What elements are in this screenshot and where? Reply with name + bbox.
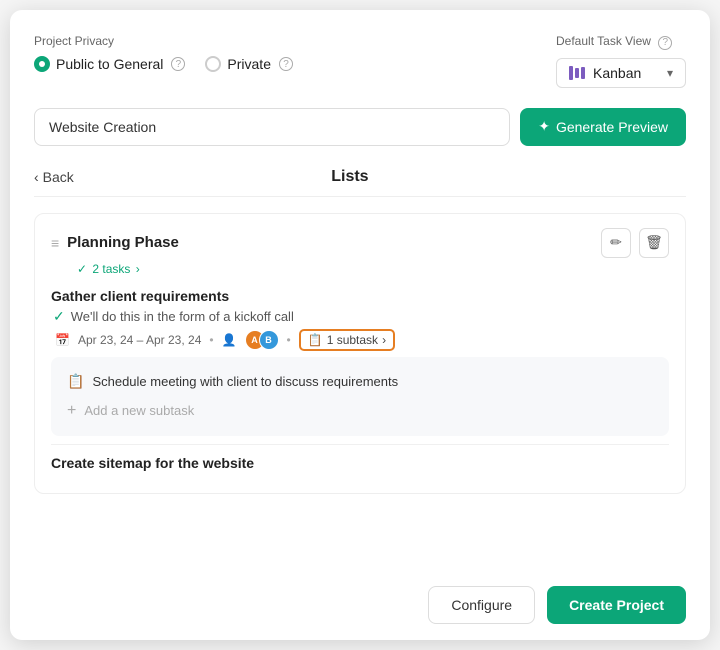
separator-1: • xyxy=(209,333,213,347)
list-header: ≡ Planning Phase ✏ 🗑 xyxy=(51,228,669,258)
task-1-desc: We'll do this in the form of a kickoff c… xyxy=(71,309,294,324)
default-task-section: Default Task View ? Kanban ▾ xyxy=(556,34,686,88)
delete-list-button[interactable]: 🗑 xyxy=(639,228,669,258)
subtask-1-title: Schedule meeting with client to discuss … xyxy=(92,374,398,389)
edit-icon: ✏ xyxy=(610,234,622,251)
subtask-label: 1 subtask xyxy=(327,333,378,347)
check-mark: ✓ xyxy=(77,262,87,276)
private-option[interactable]: Private ? xyxy=(205,56,293,72)
avatar-2: B xyxy=(259,330,279,350)
task-2-title: Create sitemap for the website xyxy=(51,455,669,471)
task-2: Create sitemap for the website xyxy=(51,444,669,479)
edit-list-button[interactable]: ✏ xyxy=(601,228,631,258)
private-radio[interactable] xyxy=(205,56,221,72)
sparkle-icon: ✦ xyxy=(538,118,550,135)
avatar-group: A B xyxy=(245,330,279,350)
nav-row: ‹ Back Lists xyxy=(34,158,686,197)
subtask-list: 📋 Schedule meeting with client to discus… xyxy=(51,357,669,436)
drag-handle-icon[interactable]: ≡ xyxy=(51,235,59,251)
task-1-date: Apr 23, 24 – Apr 23, 24 xyxy=(78,333,201,347)
privacy-section: Project Privacy Public to General ? Priv… xyxy=(34,34,293,72)
default-task-label: Default Task View ? xyxy=(556,34,686,50)
user-icon: 👤 xyxy=(222,333,237,347)
add-icon: + xyxy=(67,402,76,420)
chevron-down-icon: ▾ xyxy=(667,66,673,80)
project-modal: Project Privacy Public to General ? Priv… xyxy=(10,10,710,640)
public-info-icon[interactable]: ? xyxy=(171,57,185,71)
subtask-chevron-icon: › xyxy=(382,333,386,347)
task-count-chevron: › xyxy=(136,262,140,276)
generate-preview-button[interactable]: ✦ Generate Preview xyxy=(520,108,686,146)
subtask-list-icon: 📋 xyxy=(308,333,323,347)
search-input[interactable] xyxy=(34,108,510,146)
kanban-bar-3 xyxy=(581,67,585,79)
kanban-icon xyxy=(569,66,585,80)
subtask-item-icon: 📋 xyxy=(67,373,84,390)
task-check-icon: ✓ xyxy=(53,308,65,325)
public-option[interactable]: Public to General ? xyxy=(34,56,185,72)
add-subtask-row[interactable]: + Add a new subtask xyxy=(63,396,657,426)
subtask-row-1: 📋 Schedule meeting with client to discus… xyxy=(63,367,657,396)
privacy-options: Public to General ? Private ? xyxy=(34,56,293,72)
public-label: Public to General xyxy=(56,56,163,72)
task-1-main: Gather client requirements ✓ We'll do th… xyxy=(51,288,669,351)
top-row: Project Privacy Public to General ? Priv… xyxy=(34,34,686,88)
private-info-icon[interactable]: ? xyxy=(279,57,293,71)
subtask-badge[interactable]: 📋 1 subtask › xyxy=(299,329,395,351)
search-row: ✦ Generate Preview xyxy=(34,108,686,146)
kanban-bar-1 xyxy=(569,66,573,80)
task-view-value: Kanban xyxy=(593,65,641,81)
back-chevron-icon: ‹ xyxy=(34,169,39,185)
planning-phase-list: ≡ Planning Phase ✏ 🗑 ✓ 2 tasks › Gather … xyxy=(34,213,686,494)
task-count: ✓ 2 tasks › xyxy=(77,262,669,276)
list-actions: ✏ 🗑 xyxy=(601,228,669,258)
public-radio[interactable] xyxy=(34,56,50,72)
add-subtask-label: Add a new subtask xyxy=(84,403,194,418)
task-1-meta-row: 📅 Apr 23, 24 – Apr 23, 24 • 👤 A B • 📋 1 … xyxy=(51,329,669,351)
task-view-dropdown[interactable]: Kanban ▾ xyxy=(556,58,686,88)
task-1: Gather client requirements ✓ We'll do th… xyxy=(51,288,669,436)
task-1-title: Gather client requirements xyxy=(51,288,669,304)
calendar-icon: 📅 xyxy=(55,333,70,347)
delete-icon: 🗑 xyxy=(645,234,663,251)
task-1-desc-row: ✓ We'll do this in the form of a kickoff… xyxy=(51,308,669,325)
create-project-button[interactable]: Create Project xyxy=(547,586,686,624)
separator-2: • xyxy=(287,333,291,347)
list-title: Planning Phase xyxy=(67,234,179,251)
nav-title: Lists xyxy=(331,168,368,186)
list-header-left: ≡ Planning Phase xyxy=(51,234,179,251)
private-label: Private xyxy=(227,56,271,72)
privacy-label: Project Privacy xyxy=(34,34,293,48)
kanban-bar-2 xyxy=(575,68,579,78)
configure-button[interactable]: Configure xyxy=(428,586,535,624)
task-view-info-icon[interactable]: ? xyxy=(658,36,672,50)
back-button[interactable]: ‹ Back xyxy=(34,169,74,185)
